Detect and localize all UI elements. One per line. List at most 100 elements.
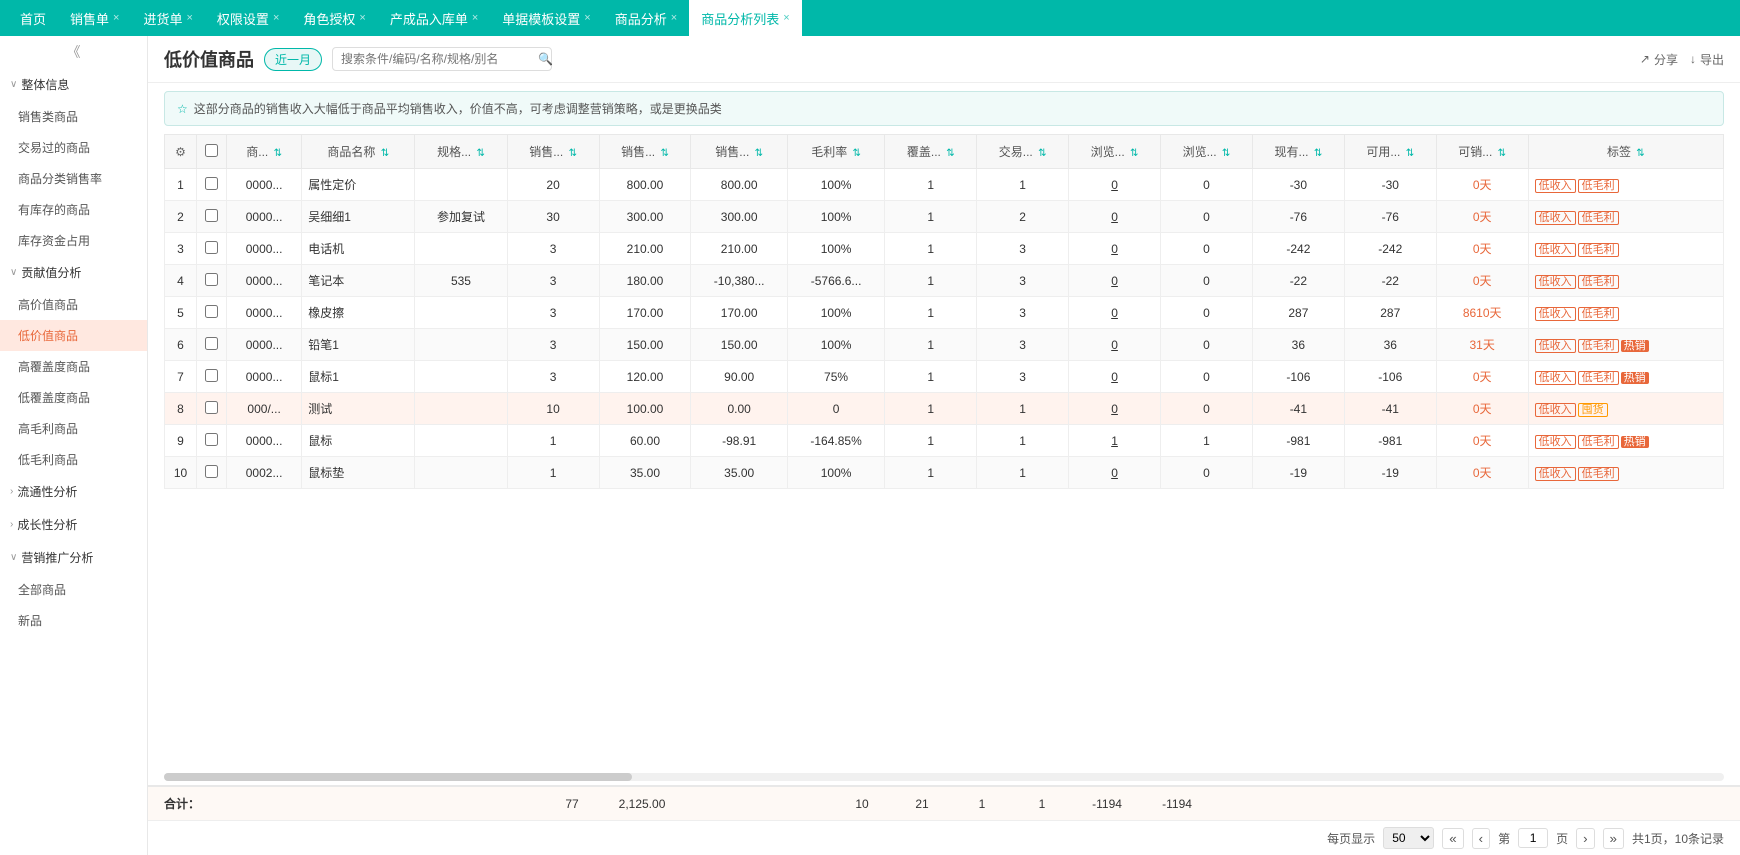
row-checkbox-cell — [197, 297, 227, 329]
search-input[interactable] — [332, 47, 552, 71]
row-view1[interactable]: 0 — [1069, 361, 1161, 393]
row-view1[interactable]: 1 — [1069, 425, 1161, 457]
row-view1[interactable]: 0 — [1069, 169, 1161, 201]
table-row: 8 000/... 测试 10 100.00 0.00 0 1 1 0 0 -4… — [165, 393, 1724, 425]
row-checkbox-cell — [197, 361, 227, 393]
row-gross-rate: 100% — [787, 329, 884, 361]
row-coverage: 1 — [885, 169, 977, 201]
nav-product-in[interactable]: 产成品入库单 × — [378, 0, 490, 36]
page-input[interactable] — [1518, 828, 1548, 848]
row-name: 鼠标垫 — [302, 457, 415, 489]
row-view1[interactable]: 0 — [1069, 297, 1161, 329]
row-checkbox[interactable] — [205, 209, 218, 222]
nav-product-analysis[interactable]: 商品分析 × — [603, 0, 689, 36]
sidebar-section-marketing[interactable]: ∨营销推广分析 — [0, 541, 147, 574]
row-checkbox[interactable] — [205, 433, 218, 446]
last-page-btn[interactable]: » — [1603, 828, 1624, 849]
gear-icon[interactable]: ⚙ — [175, 145, 186, 159]
sidebar-item-high-coverage[interactable]: 高覆盖度商品 — [0, 351, 147, 382]
nav-sales[interactable]: 销售单 × — [58, 0, 131, 36]
row-code: 0002... — [227, 457, 302, 489]
row-checkbox-cell — [197, 201, 227, 233]
row-view1[interactable]: 0 — [1069, 233, 1161, 265]
row-spec — [415, 457, 507, 489]
sidebar-item-traded-products[interactable]: 交易过的商品 — [0, 132, 147, 163]
row-code: 0000... — [227, 297, 302, 329]
close-icon[interactable]: × — [186, 12, 192, 24]
export-btn[interactable]: ↓ 导出 — [1690, 51, 1724, 68]
sidebar-item-sales-products[interactable]: 销售类商品 — [0, 101, 147, 132]
row-checkbox[interactable] — [205, 177, 218, 190]
row-checkbox[interactable] — [205, 241, 218, 254]
row-view1[interactable]: 0 — [1069, 457, 1161, 489]
select-all-checkbox[interactable] — [205, 144, 218, 157]
export-icon: ↓ — [1690, 52, 1696, 66]
nav-template[interactable]: 单据模板设置 × — [490, 0, 602, 36]
row-view2: 0 — [1161, 265, 1253, 297]
row-sales-price: 0.00 — [691, 393, 787, 425]
row-spec — [415, 233, 507, 265]
sidebar-section-growth[interactable]: ›成长性分析 — [0, 508, 147, 541]
nav-permission[interactable]: 权限设置 × — [205, 0, 291, 36]
sidebar-item-inventory-fund[interactable]: 库存资金占用 — [0, 225, 147, 256]
sort-icon: ⇅ — [274, 148, 282, 159]
row-sellable: 0天 — [1436, 201, 1528, 233]
sidebar-collapse-btn[interactable]: 《 — [0, 36, 147, 68]
first-page-btn[interactable]: « — [1442, 828, 1463, 849]
row-checkbox[interactable] — [205, 337, 218, 350]
row-checkbox[interactable] — [205, 305, 218, 318]
nav-product-analysis-list[interactable]: 商品分析列表 × — [689, 0, 801, 36]
row-trade: 1 — [977, 393, 1069, 425]
close-icon[interactable]: × — [671, 12, 677, 24]
row-view1[interactable]: 0 — [1069, 265, 1161, 297]
sidebar-item-high-value[interactable]: 高价值商品 — [0, 289, 147, 320]
sidebar-section-contribution[interactable]: ∨贡献值分析 — [0, 256, 147, 289]
scroll-thumb[interactable] — [164, 773, 632, 781]
sidebar-item-instock[interactable]: 有库存的商品 — [0, 194, 147, 225]
sidebar-section-circulation[interactable]: ›流通性分析 — [0, 475, 147, 508]
sidebar-item-low-profit[interactable]: 低毛利商品 — [0, 444, 147, 475]
sidebar-item-new-products[interactable]: 新品 — [0, 605, 147, 636]
close-icon[interactable]: × — [273, 12, 279, 24]
col-name: 商品名称 ⇅ — [302, 135, 415, 169]
row-view1[interactable]: 0 — [1069, 393, 1161, 425]
time-tag-btn[interactable]: 近一月 — [264, 48, 322, 71]
nav-purchase[interactable]: 进货单 × — [131, 0, 204, 36]
row-view1[interactable]: 0 — [1069, 329, 1161, 361]
sidebar-item-category-sales[interactable]: 商品分类销售率 — [0, 163, 147, 194]
horizontal-scrollbar[interactable] — [164, 773, 1724, 781]
close-icon[interactable]: × — [359, 12, 365, 24]
sidebar-item-high-profit[interactable]: 高毛利商品 — [0, 413, 147, 444]
row-gross-rate: 100% — [787, 457, 884, 489]
table-header-row: ⚙ 商... ⇅ 商品名称 ⇅ 规格... ⇅ 销售... ⇅ 销售... ⇅ … — [165, 135, 1724, 169]
next-page-btn[interactable]: › — [1576, 828, 1594, 849]
close-icon[interactable]: × — [783, 12, 789, 24]
close-icon[interactable]: × — [584, 12, 590, 24]
col-current: 现有... ⇅ — [1252, 135, 1344, 169]
row-checkbox[interactable] — [205, 465, 218, 478]
col-spec: 规格... ⇅ — [415, 135, 507, 169]
sidebar-section-overview[interactable]: ∨整体信息 — [0, 68, 147, 101]
row-coverage: 1 — [885, 297, 977, 329]
row-sales-price: 800.00 — [691, 169, 787, 201]
row-name: 属性定价 — [302, 169, 415, 201]
gear-header[interactable]: ⚙ — [165, 135, 197, 169]
sidebar-item-all-products[interactable]: 全部商品 — [0, 574, 147, 605]
row-checkbox[interactable] — [205, 369, 218, 382]
row-view1[interactable]: 0 — [1069, 201, 1161, 233]
search-icon[interactable]: 🔍 — [538, 52, 553, 66]
total-sales-qty: 77 — [542, 797, 602, 811]
nav-home[interactable]: 首页 — [8, 0, 58, 36]
share-btn[interactable]: ↗ 分享 — [1640, 51, 1678, 68]
page-size-select[interactable]: 50 100 200 — [1383, 827, 1434, 849]
row-checkbox[interactable] — [205, 401, 218, 414]
close-icon[interactable]: × — [113, 12, 119, 24]
row-spec — [415, 329, 507, 361]
nav-role[interactable]: 角色授权 × — [291, 0, 377, 36]
prev-page-btn[interactable]: ‹ — [1472, 828, 1490, 849]
sidebar-item-low-value[interactable]: 低价值商品 — [0, 320, 147, 351]
row-checkbox[interactable] — [205, 273, 218, 286]
row-sales-amount: 120.00 — [599, 361, 691, 393]
close-icon[interactable]: × — [472, 12, 478, 24]
sidebar-item-low-coverage[interactable]: 低覆盖度商品 — [0, 382, 147, 413]
